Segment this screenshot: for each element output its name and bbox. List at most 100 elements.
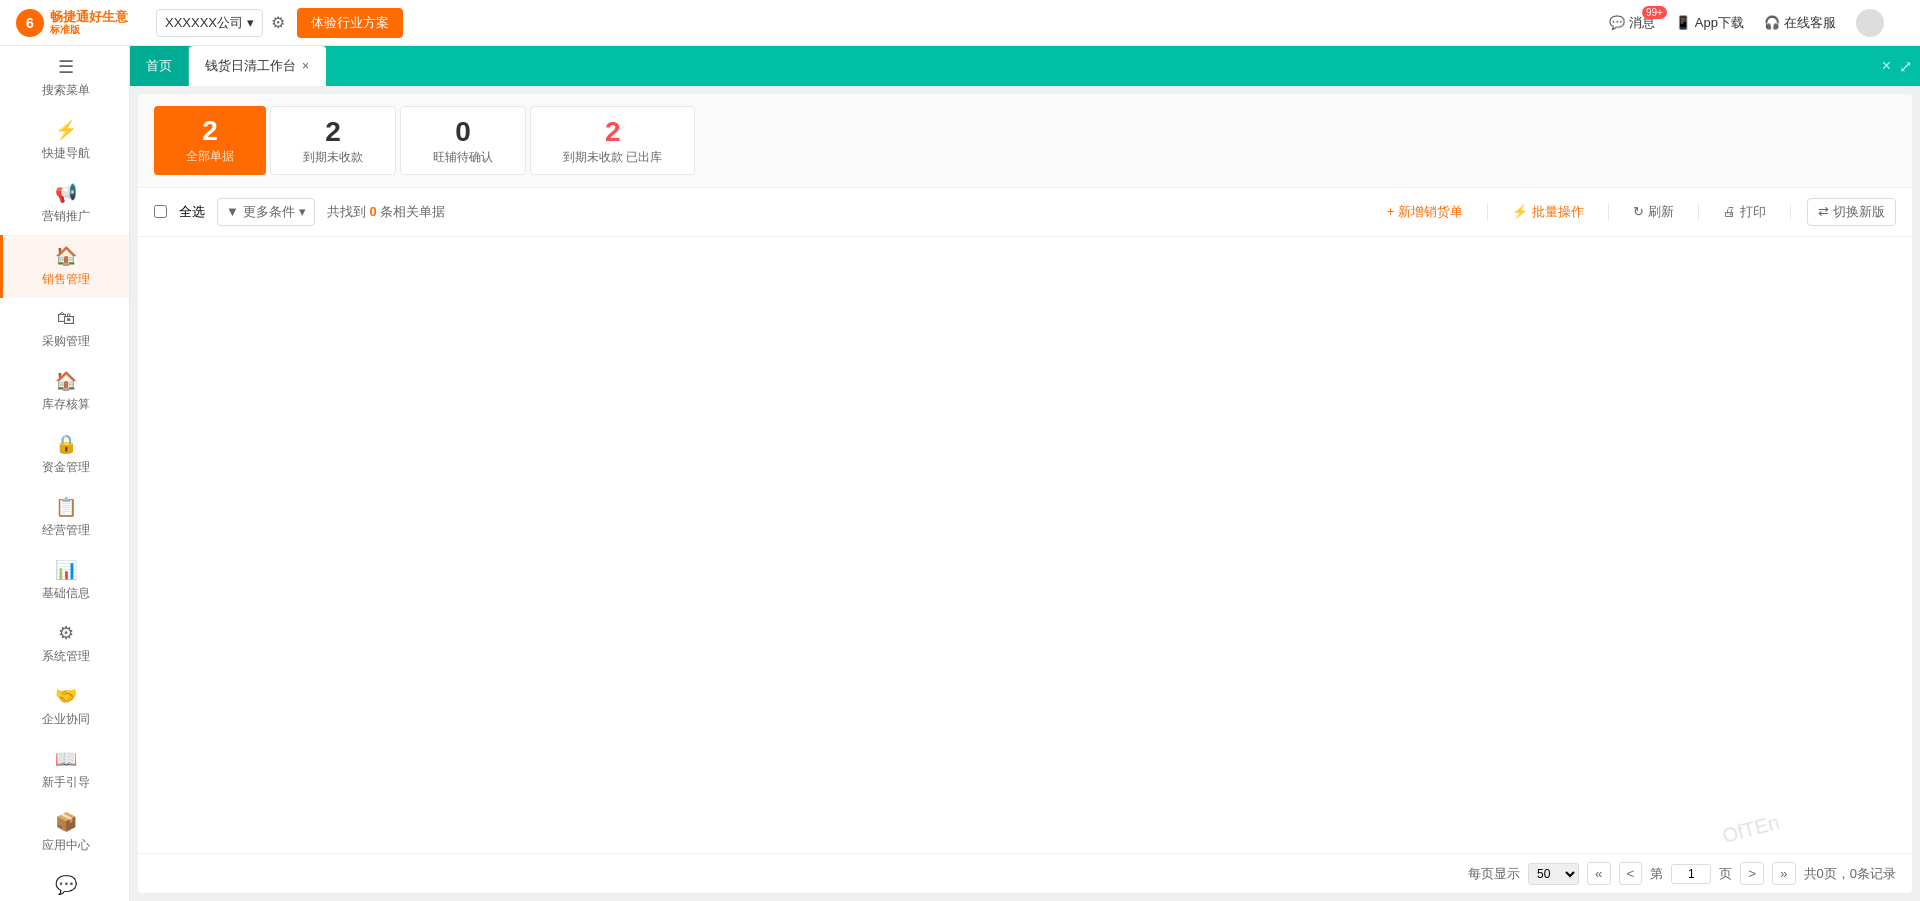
- card-overdue[interactable]: 2到期未收款: [270, 106, 396, 175]
- sidebar-label-finance: 资金管理: [42, 459, 90, 476]
- sidebar-icon-wechat: 💬: [55, 874, 77, 896]
- page-label: 第: [1650, 865, 1663, 883]
- sidebar-item-inventory[interactable]: 🏠库存核算: [0, 360, 129, 423]
- tab-bar: 首页 钱货日清工作台 × × ⤢: [130, 46, 1920, 86]
- sidebar-label-operations: 经营管理: [42, 522, 90, 539]
- sidebar-label-marketing: 营销推广: [42, 208, 90, 225]
- sidebar-item-finance[interactable]: 🔒 资金管理: [0, 423, 129, 486]
- page-input[interactable]: [1671, 864, 1711, 884]
- sidebar-label-coop: 企业协同: [42, 711, 90, 728]
- main-content: 首页 钱货日清工作台 × × ⤢ 2全部单据2到期未收款0旺辅待确认2到期未收款…: [130, 46, 1920, 901]
- print-label: 打印: [1740, 203, 1766, 221]
- select-all-label: 全选: [179, 203, 205, 221]
- divider-3: [1698, 204, 1699, 220]
- sidebar-item-purchase[interactable]: 🛍采购管理: [0, 298, 129, 360]
- work-area: 2全部单据2到期未收款0旺辅待确认2到期未收款 已出库 全选 ▼ 更多条件 ▾ …: [138, 94, 1912, 893]
- table-area: [138, 237, 1912, 853]
- next-page-btn[interactable]: >: [1740, 862, 1764, 885]
- tab-close-icon[interactable]: ×: [302, 59, 309, 73]
- pagination: 每页显示 102050100 « < 第 页 > » 共0页，0条记录: [138, 853, 1912, 893]
- tab-active[interactable]: 钱货日清工作台 ×: [189, 46, 326, 86]
- logo-area: 6 畅捷通好生意 标准版: [16, 9, 146, 37]
- sidebar-icon-finance: 🔒: [55, 433, 77, 455]
- sidebar-icon-sales: 🏠: [55, 245, 77, 267]
- print-btn[interactable]: 🖨 打印: [1715, 199, 1774, 225]
- sidebar-label-basic-info: 基础信息: [42, 585, 90, 602]
- sidebar-item-app-center[interactable]: 📦应用中心: [0, 801, 129, 864]
- online-service-btn[interactable]: 🎧 在线客服: [1764, 14, 1836, 32]
- headset-icon: 🎧: [1764, 15, 1780, 30]
- sidebar-item-guide[interactable]: 📖 新手引导: [0, 738, 129, 801]
- sidebar-item-marketing[interactable]: 📢营销推广: [0, 172, 129, 235]
- tab-minimize-btn[interactable]: ×: [1882, 57, 1891, 75]
- card-label-overdue: 到期未收款: [303, 149, 363, 166]
- sidebar-icon-purchase: 🛍: [57, 308, 75, 329]
- last-page-btn[interactable]: »: [1772, 862, 1795, 885]
- print-icon: 🖨: [1723, 204, 1736, 219]
- card-num-overdue-shipped: 2: [605, 115, 621, 149]
- sidebar-item-sales[interactable]: 🏠销售管理: [0, 235, 129, 298]
- card-num-all: 2: [202, 114, 218, 148]
- sidebar-icon-operations: 📋: [55, 496, 77, 518]
- refresh-icon: ↻: [1633, 204, 1644, 219]
- chevron-down-icon: ▾: [247, 15, 254, 30]
- prev-page-btn[interactable]: <: [1619, 862, 1643, 885]
- try-btn[interactable]: 体验行业方案: [297, 8, 403, 38]
- card-all[interactable]: 2全部单据: [154, 106, 266, 175]
- app-dl-label: App下载: [1695, 14, 1744, 32]
- card-label-all: 全部单据: [186, 148, 234, 165]
- sidebar-item-system[interactable]: ⚙ 系统管理: [0, 612, 129, 675]
- card-overdue-shipped[interactable]: 2到期未收款 已出库: [530, 106, 695, 175]
- select-all-checkbox[interactable]: [154, 205, 167, 218]
- sidebar-item-coop[interactable]: 🤝企业协同: [0, 675, 129, 738]
- company-select[interactable]: XXXXXX公司 ▾: [156, 9, 263, 37]
- switch-version-btn[interactable]: ⇄ 切换新版: [1807, 198, 1896, 226]
- header-right: 💬 消息 99+ 📱 App下载 🎧 在线客服: [1609, 9, 1904, 37]
- sidebar-icon-quick-nav: ⚡: [55, 119, 77, 141]
- sidebar-label-search-menu: 搜索菜单: [42, 82, 90, 99]
- avatar[interactable]: [1856, 9, 1884, 37]
- sidebar-label-system: 系统管理: [42, 648, 90, 665]
- switch-label: 切换新版: [1833, 203, 1885, 221]
- company-name: XXXXXX公司: [165, 14, 243, 32]
- sidebar-icon-inventory: 🏠: [55, 370, 77, 392]
- new-sale-btn[interactable]: + 新增销货单: [1379, 199, 1471, 225]
- card-pending[interactable]: 0旺辅待确认: [400, 106, 526, 175]
- settings-icon[interactable]: ⚙: [271, 13, 285, 32]
- tab-home[interactable]: 首页: [130, 46, 189, 86]
- divider-2: [1608, 204, 1609, 220]
- divider-4: [1790, 204, 1791, 220]
- filter-icon: ▼: [226, 204, 239, 219]
- tab-maximize-btn[interactable]: ⤢: [1899, 57, 1912, 76]
- sidebar-item-operations[interactable]: 📋 经营管理: [0, 486, 129, 549]
- summary-cards: 2全部单据2到期未收款0旺辅待确认2到期未收款 已出库: [138, 94, 1912, 188]
- batch-label: 批量操作: [1532, 203, 1584, 221]
- found-text: 共找到 0 条相关单据: [327, 203, 445, 221]
- sidebar-item-basic-info[interactable]: 📊 基础信息: [0, 549, 129, 612]
- msg-icon: 💬: [1609, 15, 1625, 30]
- logo-icon: 6: [16, 9, 44, 37]
- page-size-select[interactable]: 102050100: [1528, 863, 1579, 885]
- batch-btn[interactable]: ⚡ 批量操作: [1504, 199, 1592, 225]
- card-label-overdue-shipped: 到期未收款 已出库: [563, 149, 662, 166]
- first-page-btn[interactable]: «: [1587, 862, 1610, 885]
- sidebar-label-app-center: 应用中心: [42, 837, 90, 854]
- sidebar-icon-basic-info: 📊: [55, 559, 77, 581]
- sidebar-icon-system: ⚙: [58, 622, 74, 644]
- found-prefix: 共找到: [327, 204, 366, 219]
- app-dl-icon: 📱: [1675, 15, 1691, 30]
- logo-text: 畅捷通好生意 标准版: [50, 9, 128, 37]
- app-dl-btn[interactable]: 📱 App下载: [1675, 14, 1744, 32]
- filter-btn[interactable]: ▼ 更多条件 ▾: [217, 198, 315, 226]
- tab-active-label: 钱货日清工作台: [205, 57, 296, 75]
- sidebar-icon-guide: 📖: [55, 748, 77, 770]
- card-num-pending: 0: [455, 115, 471, 149]
- batch-icon: ⚡: [1512, 204, 1528, 219]
- sidebar-label-quick-nav: 快捷导航: [42, 145, 90, 162]
- refresh-btn[interactable]: ↻ 刷新: [1625, 199, 1682, 225]
- msg-btn[interactable]: 💬 消息 99+: [1609, 14, 1655, 32]
- sidebar-item-wechat[interactable]: 💬企业微信: [0, 864, 129, 901]
- sidebar-label-guide: 新手引导: [42, 774, 90, 791]
- sidebar-item-search-menu[interactable]: ☰搜索菜单: [0, 46, 129, 109]
- sidebar-item-quick-nav[interactable]: ⚡ 快捷导航: [0, 109, 129, 172]
